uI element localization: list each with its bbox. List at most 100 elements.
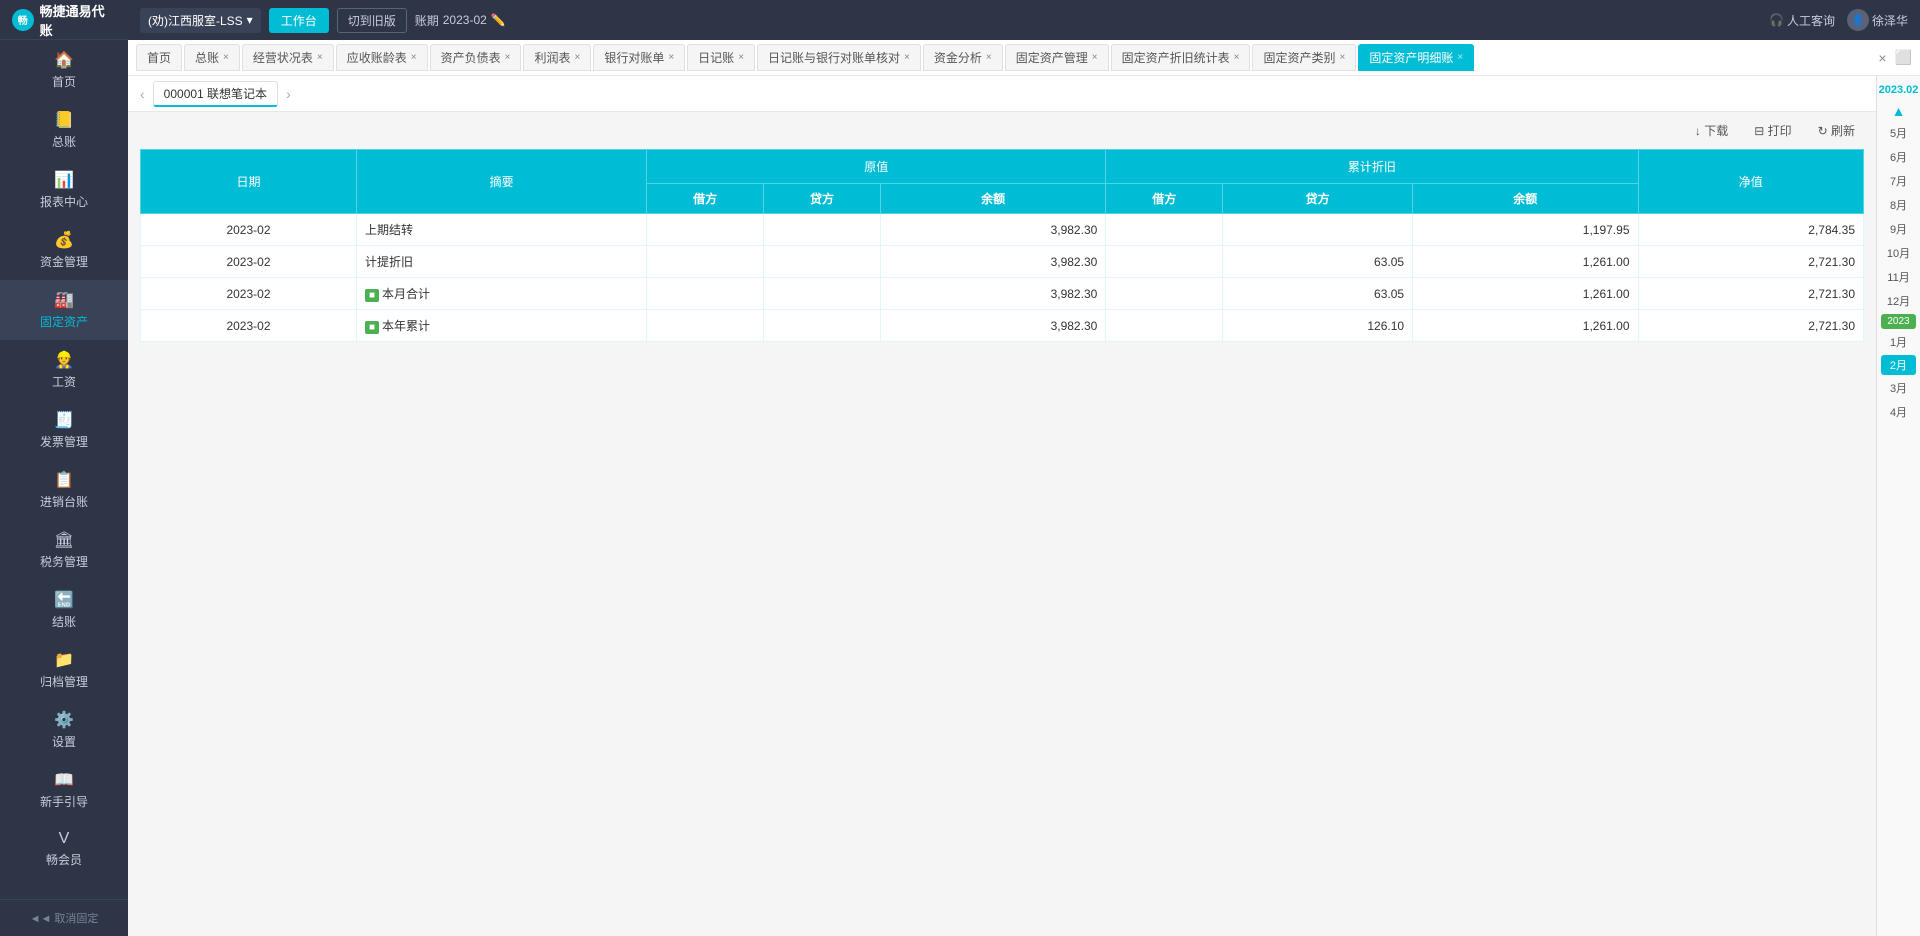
sidebar-label-4: 固定资产 [40, 313, 88, 330]
tab-item-1[interactable]: 总账 × [184, 44, 240, 71]
tab-item-7[interactable]: 日记账× [687, 44, 755, 71]
tab-item-2[interactable]: 经营状况表 × [242, 44, 334, 71]
sidebar-item-4[interactable]: 🏭 固定资产 [0, 280, 128, 340]
col-l-balance: 余额 [1413, 184, 1638, 214]
download-button[interactable]: ↓ 下载 [1686, 118, 1737, 143]
sidebar-item-13[interactable]: V畅会员 [0, 820, 128, 878]
tab-item-13[interactable]: 固定资产明细账 × [1358, 44, 1474, 71]
tab-label-8: 日记账与银行对账单核对 [768, 49, 900, 66]
tab-item-5[interactable]: 利润表× [523, 44, 591, 71]
cell-desc-3: ■本年累计 [356, 310, 646, 342]
date-panel-scroll-up[interactable]: ▲ [1892, 101, 1906, 121]
date-month-item[interactable]: 3月 [1877, 376, 1920, 400]
sidebar-item-9[interactable]: 🔚结账 [0, 580, 128, 640]
sidebar-item-8[interactable]: 🏛税务管理 [0, 520, 128, 580]
sidebar-item-10[interactable]: 📁归档管理 [0, 640, 128, 700]
tab-label-4: 资产负债表 [441, 49, 501, 66]
sidebar-unpin[interactable]: ◄◄ 取消固定 [0, 899, 128, 936]
content-area: ‹ 000001 联想笔记本 › ↓ 下载 ⊟ 打印 ↻ 刷新 日期 摘要 原值 [128, 76, 1920, 936]
tab-close-8[interactable]: × [904, 52, 910, 63]
sidebar-item-0[interactable]: 🏠首页 [0, 40, 128, 100]
close-all-icon[interactable]: × [1878, 50, 1886, 66]
date-month-item[interactable]: 2月 [1881, 355, 1915, 375]
date-month-item[interactable]: 8月 [1877, 193, 1920, 217]
tab-close-3[interactable]: × [411, 52, 417, 63]
tab-item-10[interactable]: 固定资产管理 × [1005, 44, 1109, 71]
tab-close-9[interactable]: × [986, 52, 992, 63]
tab-close-13[interactable]: × [1457, 52, 1463, 63]
cell-desc-1: 计提折旧 [356, 246, 646, 278]
tab-close-2[interactable]: × [317, 52, 323, 63]
tab-label-9: 资金分析 [934, 49, 982, 66]
sidebar: 畅 畅捷通易代账 🏠首页📒总账📊报表中心💰资金管理🏭固定资产👷工资🧾发票管理📋进… [0, 0, 128, 936]
tab-item-4[interactable]: 资产负债表 × [430, 44, 522, 71]
tab-label-1: 总账 [195, 49, 219, 66]
tab-close-10[interactable]: × [1092, 52, 1098, 63]
date-scroll-area: 5月6月7月8月9月10月11月12月20231月2月3月4月 [1877, 121, 1920, 424]
workbench-button[interactable]: 工作台 [269, 8, 329, 33]
sidebar-item-1[interactable]: 📒总账 [0, 100, 128, 160]
breadcrumb-item[interactable]: 000001 联想笔记本 [153, 81, 278, 107]
sidebar-item-12[interactable]: 📖新手引导 [0, 760, 128, 820]
tab-close-7[interactable]: × [738, 52, 744, 63]
tab-item-12[interactable]: 固定资产类别× [1252, 44, 1356, 71]
header-right: 🎧 人工客询 👤 徐泽华 [1769, 9, 1908, 31]
tab-close-1[interactable]: × [223, 52, 229, 63]
print-button[interactable]: ⊟ 打印 [1745, 118, 1800, 143]
date-month-item[interactable]: 11月 [1877, 265, 1920, 289]
user-name[interactable]: 👤 徐泽华 [1847, 9, 1908, 31]
maximize-icon[interactable]: ⬜ [1895, 49, 1912, 66]
back-arrow[interactable]: ‹ [140, 86, 145, 102]
sidebar-item-6[interactable]: 🧾发票管理 [0, 400, 128, 460]
sidebar-icon-9: 🔚 [54, 590, 74, 610]
date-month-item[interactable]: 12月 [1877, 289, 1920, 313]
sidebar-icon-4: 🏭 [54, 290, 74, 310]
sidebar-icon-13: V [59, 830, 70, 848]
tab-close-6[interactable]: × [668, 52, 674, 63]
company-selector[interactable]: (劝)江西服室-LSS ▾ [140, 8, 261, 33]
date-month-item[interactable]: 9月 [1877, 217, 1920, 241]
tag-3: ■ [365, 321, 379, 334]
refresh-button[interactable]: ↻ 刷新 [1809, 118, 1864, 143]
tab-item-9[interactable]: 资金分析 × [923, 44, 1003, 71]
sidebar-label-2: 报表中心 [40, 193, 88, 210]
forward-arrow[interactable]: › [286, 86, 291, 102]
tab-label-6: 银行对账单 [604, 49, 664, 66]
date-month-item[interactable]: 6月 [1877, 145, 1920, 169]
sidebar-item-7[interactable]: 📋进销台账 [0, 460, 128, 520]
tab-item-11[interactable]: 固定资产折旧统计表× [1111, 44, 1251, 71]
tab-close-11[interactable]: × [1234, 52, 1240, 63]
tab-close-4[interactable]: × [505, 52, 511, 63]
cell-lb-2: 1,261.00 [1413, 278, 1638, 310]
tab-label-13: 固定资产明细账 [1369, 49, 1453, 66]
sidebar-label-6: 发票管理 [40, 433, 88, 450]
tab-label-2: 经营状况表 [253, 49, 313, 66]
sidebar-item-3[interactable]: 💰资金管理 [0, 220, 128, 280]
cell-yd-2 [647, 278, 764, 310]
tab-item-8[interactable]: 日记账与银行对账单核对 × [757, 44, 921, 71]
tab-item-0[interactable]: 首页 [136, 44, 182, 71]
date-month-item[interactable]: 10月 [1877, 241, 1920, 265]
tab-item-6[interactable]: 银行对账单 × [593, 44, 685, 71]
cell-yc-1 [764, 246, 881, 278]
date-month-item[interactable]: 4月 [1877, 400, 1920, 424]
tab-label-10: 固定资产管理 [1016, 49, 1088, 66]
sidebar-label-11: 设置 [52, 733, 76, 750]
user-service[interactable]: 🎧 人工客询 [1769, 12, 1835, 29]
cell-yd-1 [647, 246, 764, 278]
headset-icon: 🎧 [1769, 13, 1784, 27]
switch-old-button[interactable]: 切到旧版 [337, 8, 407, 33]
sidebar-item-5[interactable]: 👷工资 [0, 340, 128, 400]
sidebar-item-11[interactable]: ⚙️设置 [0, 700, 128, 760]
date-month-item[interactable]: 5月 [1877, 121, 1920, 145]
cell-ld-0 [1106, 214, 1223, 246]
period-edit-icon[interactable]: ✏️ [491, 13, 506, 27]
tab-item-3[interactable]: 应收账龄表× [336, 44, 428, 71]
date-month-item[interactable]: 1月 [1877, 330, 1920, 354]
cell-yc-2 [764, 278, 881, 310]
tab-close-12[interactable]: × [1339, 52, 1345, 63]
tab-close-5[interactable]: × [574, 52, 580, 63]
date-month-item[interactable]: 7月 [1877, 169, 1920, 193]
sidebar-item-2[interactable]: 📊报表中心 [0, 160, 128, 220]
page-content: ‹ 000001 联想笔记本 › ↓ 下载 ⊟ 打印 ↻ 刷新 日期 摘要 原值 [128, 76, 1876, 936]
